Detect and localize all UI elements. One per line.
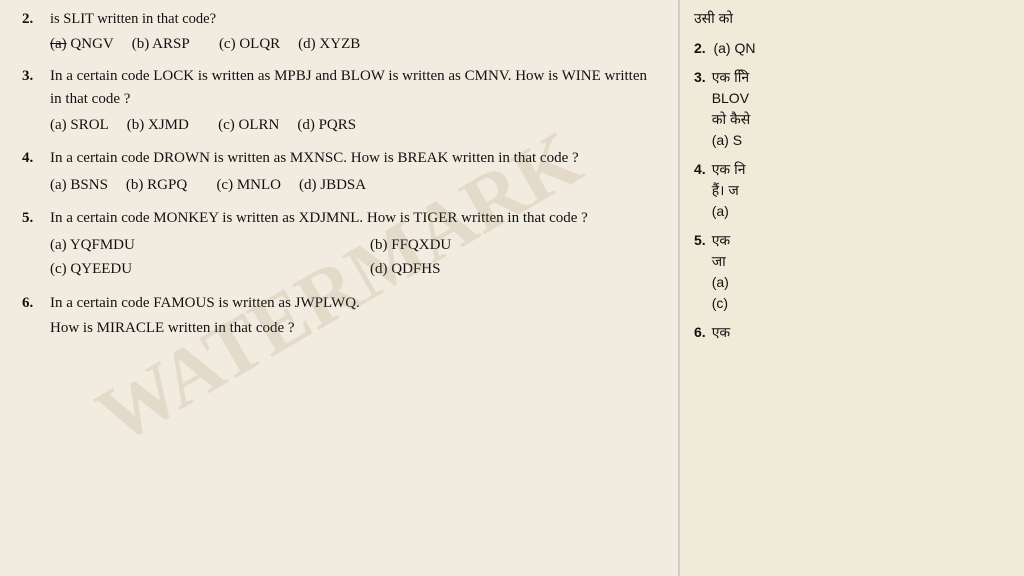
page-container: WATERMARK 2. is SLIT written in that cod… — [0, 0, 1024, 576]
right-q4-opt-a: (a) — [712, 201, 746, 222]
q3-options: (a) SROL (b) XJMD (c) OLRN (d) PQRS — [50, 114, 660, 137]
q2-partial-text: is SLIT written in that code? — [50, 8, 660, 30]
q5-options: (a) YQFMDU (b) FFQXDU (c) QYEEDU (d) QDF… — [50, 234, 660, 282]
q5-text-block: In a certain code MONKEY is written as X… — [50, 207, 660, 282]
q3-option-b: (b) XJMD — [127, 114, 189, 137]
q4-option-b: (b) RGPQ — [126, 174, 187, 197]
q2-opt-a-label: (a) — [50, 33, 67, 56]
q4-option-c: (c) MNLO — [205, 174, 281, 197]
q2-option-b: (b) ARSP — [132, 33, 190, 56]
q5-option-c: (c) QYEEDU — [50, 258, 340, 281]
q2-opt-a-val: QNGV — [70, 36, 113, 52]
q2-options: (a) QNGV (b) ARSP (c) OLQR (d) XYZB — [50, 33, 660, 56]
q6-text: In a certain code FAMOUS is written as J… — [50, 292, 660, 315]
right-q2: 2. (a) QN — [694, 38, 1012, 60]
right-q6-num: 6. — [694, 322, 706, 343]
q5-number: 5. — [22, 207, 50, 282]
question-3: 3. In a certain code LOCK is written as … — [22, 65, 660, 138]
right-q5: 5. एक जा (a) (c) — [694, 230, 1012, 314]
q6-text-block: In a certain code FAMOUS is written as J… — [50, 292, 660, 343]
q4-options: (a) BSNS (b) RGPQ (c) MNLO (d) JBDSA — [50, 174, 660, 197]
q4-text: In a certain code DROWN is written as MX… — [50, 147, 660, 170]
right-q4-num: 4. — [694, 159, 706, 222]
q2-text: is SLIT written in that code? (a) QNGV (… — [50, 8, 660, 57]
right-q2-text: (a) QN — [710, 40, 756, 56]
q5-option-b: (b) FFQXDU — [370, 234, 660, 257]
q2-option-c: (c) OLQR — [208, 33, 280, 56]
right-q4-text2: हैं। ज — [712, 180, 746, 201]
question-5: 5. In a certain code MONKEY is written a… — [22, 207, 660, 282]
left-column: WATERMARK 2. is SLIT written in that cod… — [0, 0, 680, 576]
right-q3-opt: (a) S — [712, 130, 750, 151]
question-2-partial: 2. is SLIT written in that code? (a) QNG… — [22, 8, 660, 57]
right-column: उसी को 2. (a) QN 3. एक निि BLOV को कैसे … — [680, 0, 1024, 576]
right-q6: 6. एक — [694, 322, 1012, 343]
q3-option-a: (a) SROL — [50, 114, 109, 137]
right-q3: 3. एक निि BLOV को कैसे (a) S — [694, 67, 1012, 151]
right-q5-opt-a: (a) — [712, 272, 731, 293]
right-top-partial: उसी को — [694, 8, 1012, 30]
q6-text2: How is MIRACLE written in that code ? — [50, 317, 660, 340]
right-q6-text: एक — [712, 322, 731, 343]
right-q4-text1: एक नि — [712, 159, 746, 180]
q4-option-d: (d) JBDSA — [299, 174, 366, 197]
q2-option-a: (a) QNGV — [50, 33, 114, 56]
right-q4: 4. एक नि हैं। ज (a) — [694, 159, 1012, 222]
q5-option-d: (d) QDFHS — [370, 258, 660, 281]
q5-text: In a certain code MONKEY is written as X… — [50, 207, 660, 230]
q3-option-c: (c) OLRN — [207, 114, 279, 137]
q6-number: 6. — [22, 292, 50, 343]
right-q3-num: 3. — [694, 67, 706, 151]
q3-text: In a certain code LOCK is written as MPB… — [50, 65, 660, 112]
q3-text-block: In a certain code LOCK is written as MPB… — [50, 65, 660, 138]
right-q3-text2: BLOV — [712, 88, 750, 109]
right-q2-num: 2. — [694, 40, 706, 56]
right-q3-text1: एक निि — [712, 67, 750, 88]
q2-option-d: (d) XYZB — [298, 33, 360, 56]
right-q5-opt-c: (c) — [712, 293, 731, 314]
q4-text-block: In a certain code DROWN is written as MX… — [50, 147, 660, 197]
q3-number: 3. — [22, 65, 50, 138]
q4-option-a: (a) BSNS — [50, 174, 108, 197]
right-q5-text2: जा — [712, 251, 731, 272]
right-q5-num: 5. — [694, 230, 706, 314]
question-6-partial: 6. In a certain code FAMOUS is written a… — [22, 292, 660, 343]
q5-option-a: (a) YQFMDU — [50, 234, 340, 257]
q3-option-d: (d) PQRS — [297, 114, 356, 137]
right-q5-text1: एक — [712, 230, 731, 251]
q4-number: 4. — [22, 147, 50, 197]
q2-number: 2. — [22, 8, 50, 57]
question-4: 4. In a certain code DROWN is written as… — [22, 147, 660, 197]
right-top-text: उसी को — [694, 10, 733, 26]
right-q3-text3: को कैसे — [712, 109, 750, 130]
